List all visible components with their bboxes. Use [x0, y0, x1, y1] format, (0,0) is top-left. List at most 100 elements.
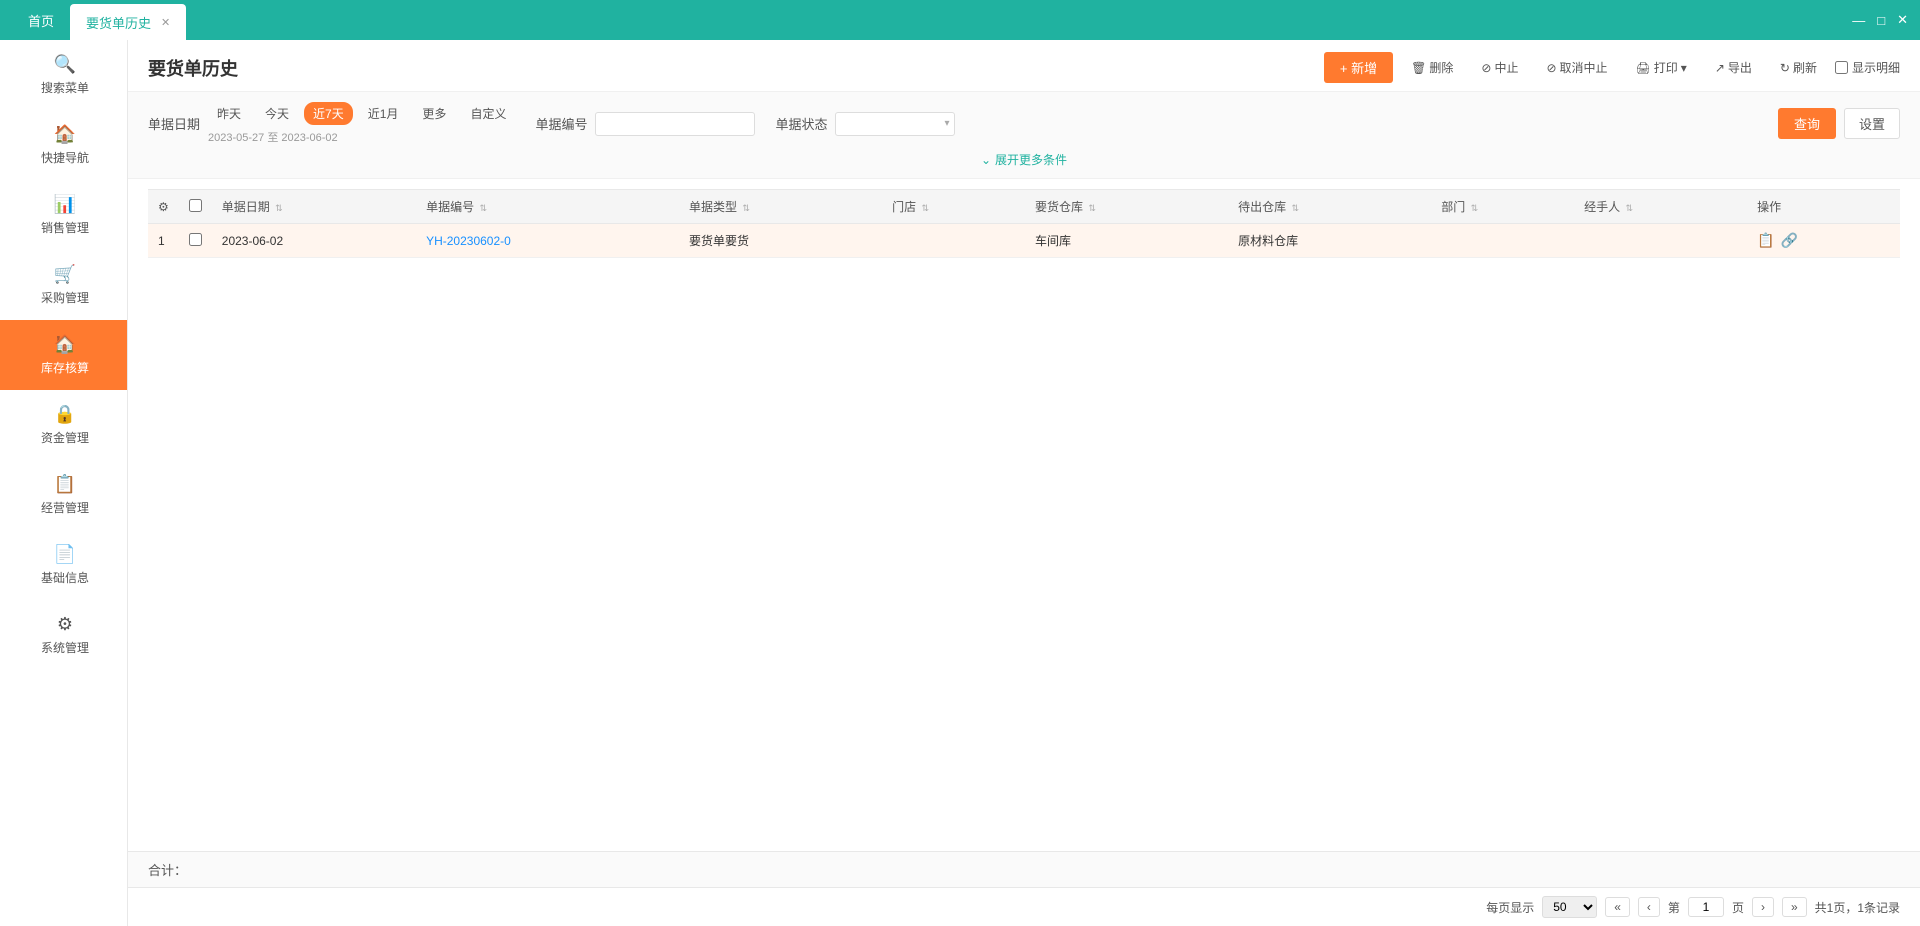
date-btn-yesterday[interactable]: 昨天	[208, 102, 250, 125]
date-btn-today[interactable]: 今天	[256, 102, 298, 125]
tab-requisition-history[interactable]: 要货单历史 ✕	[70, 4, 186, 40]
stop-button[interactable]: ⊘ 中止	[1471, 54, 1528, 81]
expand-more-btn[interactable]: ⌄ 展开更多条件	[148, 145, 1900, 168]
next-page-button[interactable]: ›	[1752, 897, 1774, 917]
page-header: 要货单历史 + 新增 🗑 删除 ⊘ 中止 ⊘ 取消中止 🖨 打印	[128, 40, 1920, 92]
purchase-mgmt-icon: 🛒	[54, 264, 76, 285]
table-header: ⚙ 单据日期 ⇅ 单据编号 ⇅ 单据类型	[148, 190, 1900, 224]
row-doc-date: 2023-06-02	[212, 224, 416, 258]
close-icon[interactable]: ✕	[1897, 12, 1908, 28]
export-button[interactable]: ↗ 导出	[1705, 54, 1762, 81]
page-title: 要货单历史	[148, 55, 238, 81]
row-index: 1	[148, 224, 179, 258]
table-wrap: ⚙ 单据日期 ⇅ 单据编号 ⇅ 单据类型	[128, 179, 1920, 851]
page-label-after: 页	[1732, 899, 1744, 916]
query-button[interactable]: 查询	[1778, 108, 1836, 139]
maximize-icon[interactable]: □	[1877, 13, 1885, 28]
status-label: 单据状态	[775, 114, 827, 133]
cancel-stop-button[interactable]: ⊘ 取消中止	[1536, 54, 1617, 81]
refresh-button[interactable]: ↻ 刷新	[1770, 54, 1827, 81]
th-doc-number[interactable]: 单据编号 ⇅	[416, 190, 679, 224]
pagination: 每页显示 50 100 200 « ‹ 第 页 › » 共1页，1条记录	[128, 887, 1920, 926]
new-button[interactable]: + 新增	[1324, 52, 1393, 83]
sort-department-icon: ⇅	[1471, 203, 1479, 213]
status-select[interactable]	[835, 112, 955, 136]
date-btn-last1month[interactable]: 近1月	[359, 102, 408, 125]
th-department[interactable]: 部门 ⇅	[1431, 190, 1574, 224]
delete-button[interactable]: 🗑 删除	[1401, 54, 1463, 81]
operations-mgmt-icon: 📋	[54, 474, 76, 495]
sort-req-warehouse-icon: ⇅	[1088, 203, 1096, 213]
sidebar-item-inventory[interactable]: 🏠 库存核算	[0, 320, 127, 390]
date-btn-more[interactable]: 更多	[413, 102, 455, 125]
summary-label: 合计：	[148, 860, 187, 879]
minimize-icon[interactable]: —	[1852, 13, 1865, 28]
total-info: 共1页，1条记录	[1815, 899, 1900, 916]
sidebar-label-basic-info: 基础信息	[41, 569, 89, 586]
first-page-button[interactable]: «	[1605, 897, 1630, 917]
sidebar-item-operations-mgmt[interactable]: 📋 经营管理	[0, 460, 127, 530]
basic-info-icon: 📄	[54, 544, 76, 565]
tab-home[interactable]: 首页	[12, 0, 70, 40]
row-select-checkbox[interactable]	[189, 233, 202, 246]
status-filter-item: 单据状态 ▾	[775, 112, 955, 136]
row-checkbox	[179, 224, 212, 258]
row-copy-icon[interactable]: 📋	[1757, 232, 1774, 249]
sidebar-label-purchase-mgmt: 采购管理	[41, 289, 89, 306]
th-store[interactable]: 门店 ⇅	[882, 190, 1025, 224]
settings-button[interactable]: 设置	[1844, 108, 1900, 139]
main-layout: 🔍 搜索菜单 🏠 快捷导航 📊 销售管理 🛒 采购管理 🏠 库存核算 🔒 资金管…	[0, 40, 1920, 926]
sidebar-label-operations-mgmt: 经营管理	[41, 499, 89, 516]
date-filter-item: 单据日期 昨天 今天 近7天 近1月 更多 自定义 2023-05-27 至 2…	[148, 102, 515, 145]
th-doc-type[interactable]: 单据类型 ⇅	[679, 190, 882, 224]
window-controls: — □ ✕	[1852, 12, 1908, 28]
header-row: ⚙ 单据日期 ⇅ 单据编号 ⇅ 单据类型	[148, 190, 1900, 224]
row-pending-warehouse: 原材料仓库	[1228, 224, 1431, 258]
last-page-button[interactable]: »	[1782, 897, 1807, 917]
select-all-checkbox[interactable]	[189, 199, 202, 212]
row-link-icon[interactable]: 🔗	[1781, 232, 1798, 249]
row-handler	[1574, 224, 1747, 258]
sidebar-item-sales-mgmt[interactable]: 📊 销售管理	[0, 180, 127, 250]
page-number-input[interactable]	[1688, 897, 1724, 917]
sort-pending-warehouse-icon: ⇅	[1291, 203, 1299, 213]
doc-number-label: 单据编号	[535, 114, 587, 133]
sidebar-item-quick-nav[interactable]: 🏠 快捷导航	[0, 110, 127, 180]
th-checkbox	[179, 190, 212, 224]
display-detail-toggle[interactable]: 显示明细	[1835, 59, 1900, 76]
sidebar-item-finance-mgmt[interactable]: 🔒 资金管理	[0, 390, 127, 460]
th-doc-date[interactable]: 单据日期 ⇅	[212, 190, 416, 224]
date-filter-label: 单据日期	[148, 114, 200, 133]
th-req-warehouse[interactable]: 要货仓库 ⇅	[1025, 190, 1228, 224]
date-btn-last7days[interactable]: 近7天	[304, 102, 353, 125]
doc-number-filter-item: 单据编号	[535, 112, 755, 136]
th-handler[interactable]: 经手人 ⇅	[1574, 190, 1747, 224]
print-button[interactable]: 🖨 打印 ▾	[1626, 54, 1697, 81]
display-detail-checkbox[interactable]	[1835, 61, 1848, 74]
row-department	[1431, 224, 1574, 258]
th-pending-warehouse[interactable]: 待出仓库 ⇅	[1228, 190, 1431, 224]
sales-mgmt-icon: 📊	[54, 194, 76, 215]
sidebar-item-system-mgmt[interactable]: ⚙ 系统管理	[0, 600, 127, 670]
sidebar-item-basic-info[interactable]: 📄 基础信息	[0, 530, 127, 600]
content-area: 要货单历史 + 新增 🗑 删除 ⊘ 中止 ⊘ 取消中止 🖨 打印	[128, 40, 1920, 926]
inventory-icon: 🏠	[54, 334, 76, 355]
quick-nav-icon: 🏠	[54, 124, 76, 145]
filter-action-buttons: 查询 设置	[1778, 108, 1900, 139]
prev-page-button[interactable]: ‹	[1638, 897, 1660, 917]
sidebar-item-purchase-mgmt[interactable]: 🛒 采购管理	[0, 250, 127, 320]
row-actions: 📋 🔗	[1747, 224, 1900, 258]
page-size-select[interactable]: 50 100 200	[1542, 896, 1597, 918]
filter-bar: 单据日期 昨天 今天 近7天 近1月 更多 自定义 2023-05-27 至 2…	[128, 92, 1920, 179]
sort-doc-date-icon: ⇅	[275, 203, 283, 213]
date-btn-custom[interactable]: 自定义	[461, 102, 515, 125]
sidebar-item-search-menu[interactable]: 🔍 搜索菜单	[0, 40, 127, 110]
row-action-buttons: 📋 🔗	[1757, 232, 1890, 249]
doc-number-link[interactable]: YH-20230602-0	[426, 234, 511, 248]
header-actions: + 新增 🗑 删除 ⊘ 中止 ⊘ 取消中止 🖨 打印 ▾	[1324, 52, 1900, 83]
close-tab-icon[interactable]: ✕	[161, 16, 170, 29]
date-filter-buttons: 昨天 今天 近7天 近1月 更多 自定义	[208, 102, 515, 125]
sort-store-icon: ⇅	[922, 203, 930, 213]
doc-number-input[interactable]	[595, 112, 755, 136]
th-settings[interactable]: ⚙	[148, 190, 179, 224]
